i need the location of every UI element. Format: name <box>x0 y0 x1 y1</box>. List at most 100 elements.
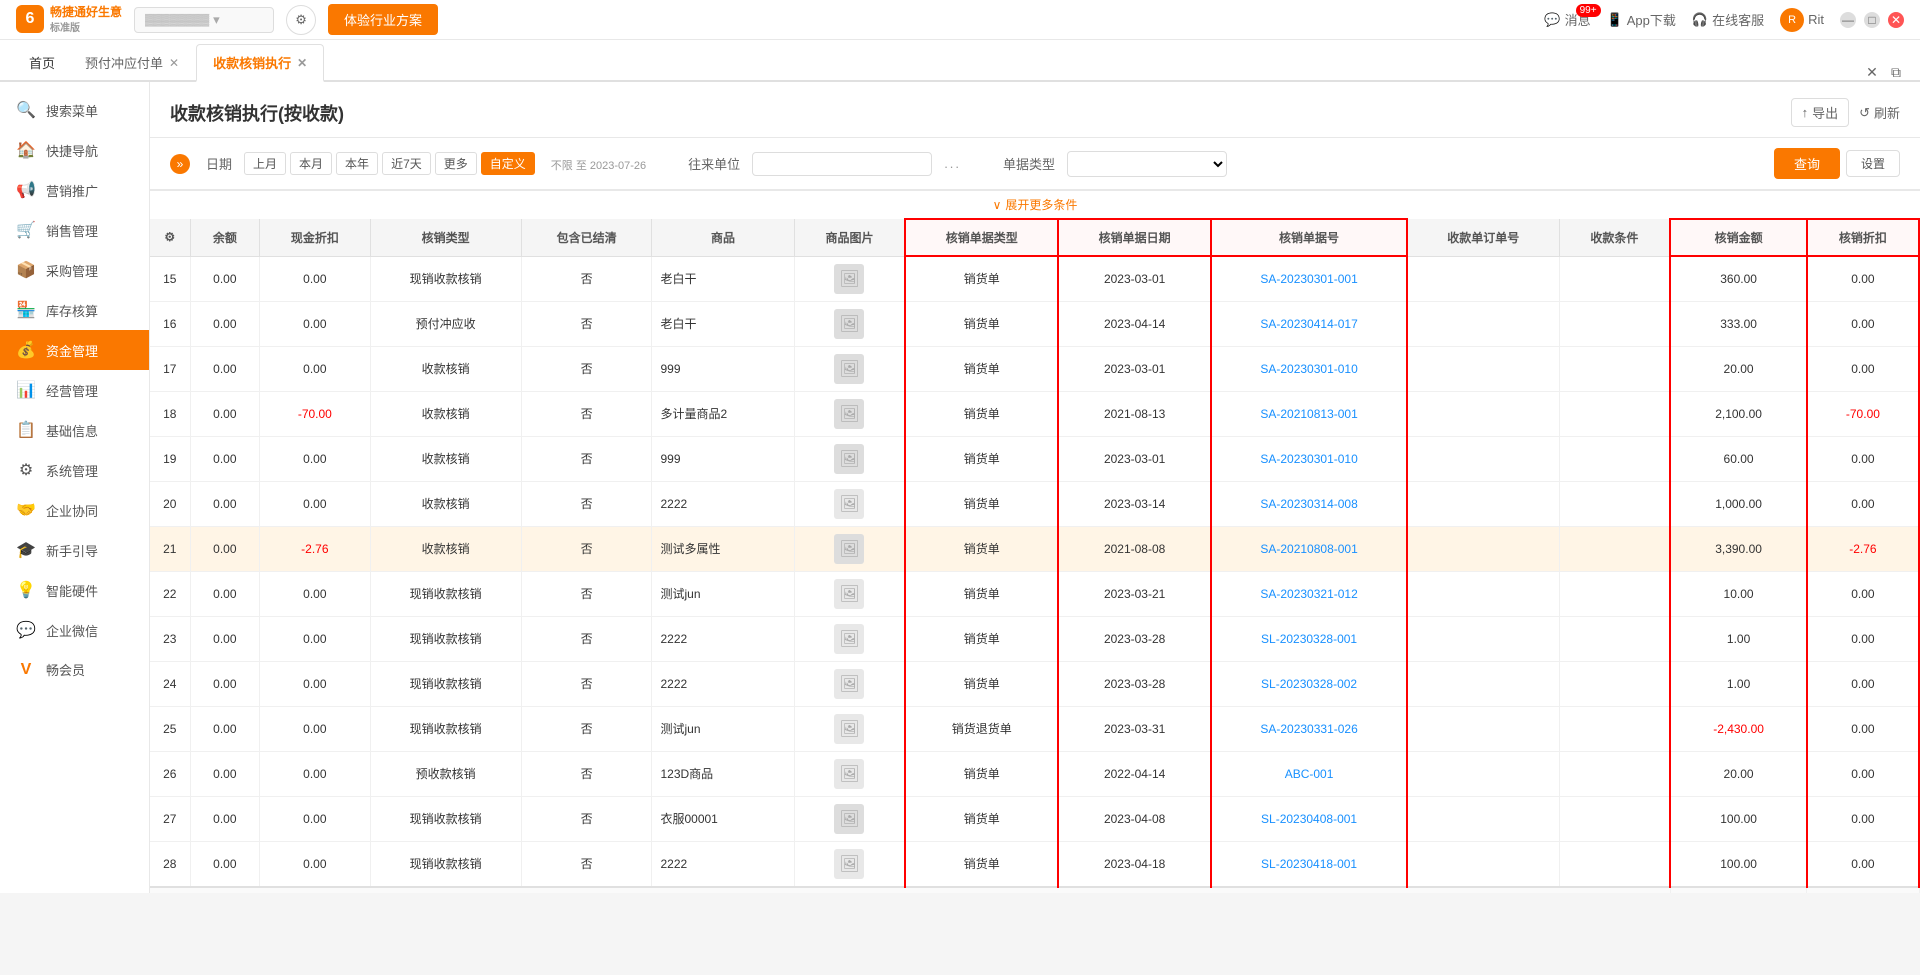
query-button[interactable]: 查询 <box>1774 148 1840 179</box>
close-button[interactable]: ✕ <box>1888 12 1904 28</box>
export-button[interactable]: ↑ 导出 <box>1791 98 1850 127</box>
sidebar-item-search[interactable]: 🔍 搜索菜单 <box>0 90 149 130</box>
table-row: 15 0.00 0.00 现销收款核销 否 老白干 🖼 销货单 2023-03-… <box>150 256 1919 301</box>
cell-row-num: 17 <box>150 346 190 391</box>
sidebar-item-system[interactable]: ⚙ 系统管理 <box>0 450 149 490</box>
cancel-bill-no-link[interactable]: SL-20230328-001 <box>1261 632 1357 646</box>
cell-cancel-type: 现销收款核销 <box>370 841 521 887</box>
sidebar-item-system-label: 系统管理 <box>46 461 98 480</box>
expand-more-button[interactable]: ∨ 展开更多条件 <box>150 190 1920 218</box>
cell-row-num: 18 <box>150 391 190 436</box>
date-btn-this-month[interactable]: 本月 <box>290 152 332 175</box>
sidebar-item-purchase[interactable]: 📦 采购管理 <box>0 250 149 290</box>
col-settings[interactable]: ⚙ <box>150 219 190 256</box>
sidebar-item-marketing[interactable]: 📢 营销推广 <box>0 170 149 210</box>
sidebar-item-sales[interactable]: 🛒 销售管理 <box>0 210 149 250</box>
cell-cancel-bill-no[interactable]: SA-20230314-008 <box>1211 481 1407 526</box>
cancel-bill-no-link[interactable]: SL-20230418-001 <box>1261 857 1357 871</box>
cancel-bill-no-link[interactable]: SA-20210808-001 <box>1260 542 1357 556</box>
app-download-button[interactable]: 📱 App下载 <box>1607 10 1676 29</box>
tab-prepay[interactable]: 预付冲应付单 ✕ <box>68 44 196 80</box>
cell-cancel-bill-no[interactable]: SA-20230301-010 <box>1211 436 1407 481</box>
cancel-bill-no-link[interactable]: SL-20230408-001 <box>1261 812 1357 826</box>
cell-cancel-amount: 10.00 <box>1670 571 1807 616</box>
cell-cancel-bill-no[interactable]: SL-20230328-001 <box>1211 616 1407 661</box>
cancel-bill-no-link[interactable]: SA-20230301-010 <box>1260 452 1357 466</box>
cell-cancel-bill-no[interactable]: SA-20230414-017 <box>1211 301 1407 346</box>
cell-cancel-bill-no[interactable]: SA-20230301-010 <box>1211 346 1407 391</box>
cell-include-settled: 否 <box>521 706 652 751</box>
sidebar-item-inventory[interactable]: 🏪 库存核算 <box>0 290 149 330</box>
cell-cancel-discount: 0.00 <box>1807 346 1919 391</box>
tab-expand[interactable]: ⧉ <box>1888 64 1904 80</box>
online-support-button[interactable]: 🎧 在线客服 <box>1692 10 1764 29</box>
cancel-bill-no-link[interactable]: SA-20230321-012 <box>1260 587 1357 601</box>
sidebar-item-guide-label: 新手引导 <box>46 541 98 560</box>
sidebar-item-basic[interactable]: 📋 基础信息 <box>0 410 149 450</box>
cell-cancel-bill-no[interactable]: SA-20210808-001 <box>1211 526 1407 571</box>
footer-cancel-discount: 952.24 <box>1807 887 1919 894</box>
sidebar-item-collab[interactable]: 🤝 企业协同 <box>0 490 149 530</box>
date-btn-custom[interactable]: 自定义 <box>481 152 535 175</box>
refresh-button[interactable]: ↺ 刷新 <box>1859 103 1900 122</box>
cell-cancel-bill-no[interactable]: SA-20230301-001 <box>1211 256 1407 301</box>
sidebar-item-wechat[interactable]: 💬 企业微信 <box>0 610 149 650</box>
cancel-bill-no-link[interactable]: SA-20230301-010 <box>1260 362 1357 376</box>
minimize-button[interactable]: — <box>1840 12 1856 28</box>
gear-button[interactable]: ⚙ <box>286 5 316 35</box>
cell-cancel-bill-no[interactable]: ABC-001 <box>1211 751 1407 796</box>
table-container[interactable]: ⚙ 余额 现金折扣 核销类型 包含已结清 商品 商品图片 核销单据类型 核销单据… <box>150 218 1920 893</box>
cancel-bill-no-link[interactable]: SA-20230301-001 <box>1260 272 1357 286</box>
app-download-label: App下载 <box>1627 10 1676 29</box>
col-receipt-condition: 收款条件 <box>1559 219 1670 256</box>
cell-receipt-order-no <box>1407 661 1559 706</box>
col-cancel-discount: 核销折扣 <box>1807 219 1919 256</box>
tab-close-all[interactable]: ✕ <box>1864 64 1880 80</box>
date-btn-7days[interactable]: 近7天 <box>382 152 431 175</box>
tab-prepay-close[interactable]: ✕ <box>169 56 179 70</box>
cell-cancel-bill-no[interactable]: SL-20230418-001 <box>1211 841 1407 887</box>
sidebar-item-management[interactable]: 📊 经营管理 <box>0 370 149 410</box>
cell-cancel-bill-no[interactable]: SA-20210813-001 <box>1211 391 1407 436</box>
cell-cancel-bill-no[interactable]: SA-20230331-026 <box>1211 706 1407 751</box>
from-unit-input[interactable] <box>752 152 932 176</box>
home-icon: 🏠 <box>16 140 36 160</box>
cancel-bill-no-link[interactable]: SA-20230331-026 <box>1260 722 1357 736</box>
cell-receipt-condition <box>1559 616 1670 661</box>
collapse-button[interactable]: » <box>170 154 190 174</box>
trial-industry-button[interactable]: 体验行业方案 <box>328 4 438 35</box>
single-type-select[interactable]: 销货单 销货退货单 <box>1067 151 1227 177</box>
expand-down-icon: ∨ <box>993 198 1002 212</box>
cell-cancel-bill-no[interactable]: SL-20230408-001 <box>1211 796 1407 841</box>
sidebar-item-hardware[interactable]: 💡 智能硬件 <box>0 570 149 610</box>
cell-balance: 0.00 <box>190 391 260 436</box>
cancel-bill-no-link[interactable]: SA-20210813-001 <box>1260 407 1357 421</box>
message-button[interactable]: 💬 消息 99+ <box>1544 10 1590 29</box>
cancel-bill-no-link[interactable]: SA-20230314-008 <box>1260 497 1357 511</box>
sidebar-item-basic-label: 基础信息 <box>46 421 98 440</box>
settings-button[interactable]: 设置 <box>1846 150 1900 177</box>
date-btn-this-year[interactable]: 本年 <box>336 152 378 175</box>
cell-product: 123D商品 <box>652 751 794 796</box>
cell-cancel-bill-no[interactable]: SL-20230328-002 <box>1211 661 1407 706</box>
cell-cancel-bill-type: 销货单 <box>905 841 1058 887</box>
sidebar-item-member[interactable]: V 畅会员 <box>0 650 149 689</box>
cell-cancel-bill-type: 销货单 <box>905 616 1058 661</box>
sidebar-item-guide[interactable]: 🎓 新手引导 <box>0 530 149 570</box>
cell-receipt-condition <box>1559 841 1670 887</box>
tab-receipt-cancel[interactable]: 收款核销执行 ✕ <box>196 44 324 82</box>
tab-home[interactable]: 首页 <box>16 44 68 80</box>
sidebar-item-nav[interactable]: 🏠 快捷导航 <box>0 130 149 170</box>
maximize-button[interactable]: □ <box>1864 12 1880 28</box>
user-area[interactable]: R Rit <box>1780 8 1824 32</box>
date-btn-more[interactable]: 更多 <box>435 152 477 175</box>
cell-cancel-bill-no[interactable]: SA-20230321-012 <box>1211 571 1407 616</box>
tab-receipt-cancel-close[interactable]: ✕ <box>297 56 307 70</box>
cancel-bill-no-link[interactable]: SA-20230414-017 <box>1260 317 1357 331</box>
cell-cash-discount: 0.00 <box>260 436 370 481</box>
cancel-bill-no-link[interactable]: ABC-001 <box>1285 767 1334 781</box>
app-selector[interactable]: ▓▓▓▓▓▓▓▓ ▾ <box>134 7 274 33</box>
cancel-bill-no-link[interactable]: SL-20230328-002 <box>1261 677 1357 691</box>
sidebar-item-finance[interactable]: 💰 资金管理 <box>0 330 149 370</box>
date-btn-last-month[interactable]: 上月 <box>244 152 286 175</box>
